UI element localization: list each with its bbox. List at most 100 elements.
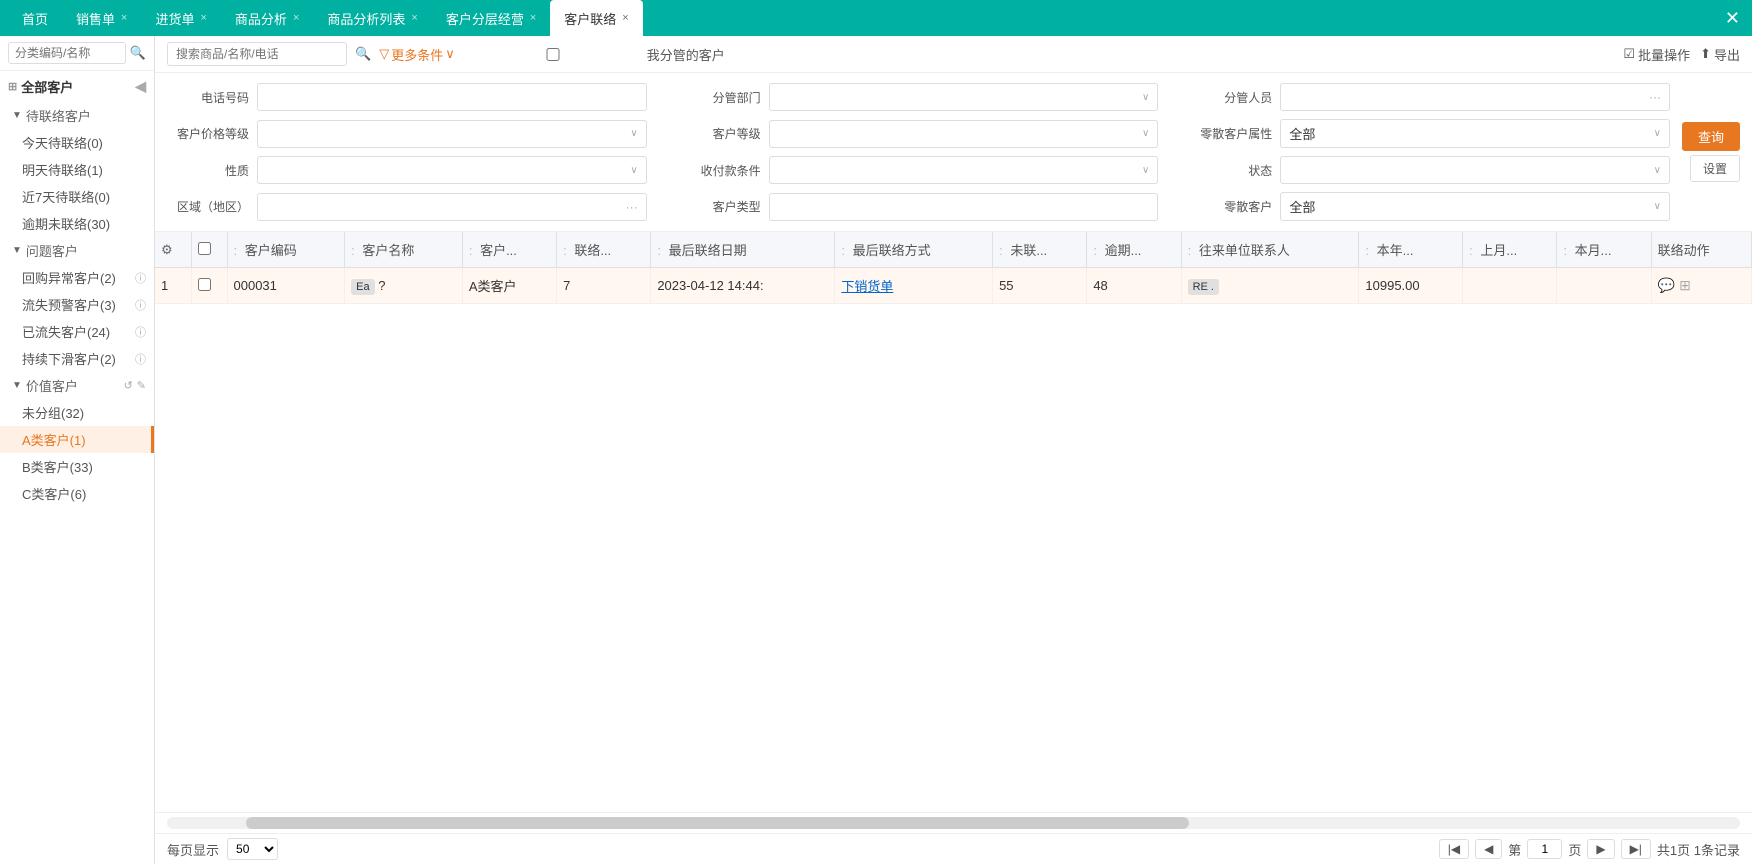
sidebar-item-declining[interactable]: 持续下滑客户(2) ⓘ xyxy=(0,345,154,372)
manager-input[interactable]: ··· xyxy=(1280,83,1670,111)
problem-group-header[interactable]: ▼ 问题客户 xyxy=(0,237,154,264)
value-group-header[interactable]: ▼ 价值客户 ↺ ✎ xyxy=(0,372,154,399)
col-header-contact-count: : 联络... xyxy=(557,232,651,268)
export-button[interactable]: ⬆ 导出 xyxy=(1700,45,1740,64)
first-page-button[interactable]: |◀ xyxy=(1439,839,1469,859)
top-nav: 首页 销售单 × 进货单 × 商品分析 × 商品分析列表 × 客户分层经营 × … xyxy=(0,0,1752,36)
close-icon[interactable]: × xyxy=(293,12,299,24)
nav-tab-contact[interactable]: 客户联络 × xyxy=(550,0,642,36)
nav-home[interactable]: 首页 xyxy=(8,0,62,36)
dept-field: 分管部门 ∨ xyxy=(679,83,1159,111)
more-filter-button[interactable]: ▽ 更多条件 ∨ xyxy=(379,45,455,64)
close-icon[interactable]: × xyxy=(200,12,206,24)
info-icon[interactable]: ⓘ xyxy=(135,324,146,340)
row-checkbox[interactable] xyxy=(198,278,211,291)
col-header-last-date: : 最后联络日期 xyxy=(651,232,835,268)
nature-label: 性质 xyxy=(167,162,257,179)
per-page-select[interactable]: 50 100 200 xyxy=(227,838,278,860)
phone-input[interactable] xyxy=(257,83,647,111)
status-input[interactable]: ∨ xyxy=(1280,156,1670,184)
next-page-button[interactable]: ▶ xyxy=(1587,839,1614,859)
close-icon[interactable]: × xyxy=(411,12,417,24)
nav-tab-label: 销售单 xyxy=(76,9,115,28)
my-customer-checkbox-label[interactable]: 我分管的客户 xyxy=(463,45,725,64)
query-button[interactable]: 查询 xyxy=(1682,122,1740,151)
search-input[interactable] xyxy=(167,42,347,66)
pagination: |◀ ◀ 第 页 ▶ ▶| 共1页 1条记录 xyxy=(1439,839,1740,859)
filter-panel: 电话号码 分管部门 ∨ 分管人员 xyxy=(155,73,1752,232)
sidebar-search-icon[interactable]: 🔍 xyxy=(130,45,146,61)
close-all-button[interactable]: ✕ xyxy=(1725,8,1740,29)
settings-icon[interactable]: ⚙ xyxy=(161,242,173,257)
contact-method-link[interactable]: 下销货单 xyxy=(841,279,893,294)
sidebar-item-repurchase-abnormal[interactable]: 回购异常客户(2) ⓘ xyxy=(0,264,154,291)
close-icon[interactable]: × xyxy=(530,12,536,24)
sidebar-item-a-class[interactable]: A类客户(1) xyxy=(0,426,154,453)
price-level-field: 客户价格等级 ∨ xyxy=(167,120,647,148)
retail-customer-input[interactable]: 全部 ∨ xyxy=(1280,192,1670,221)
nav-tab-purchase[interactable]: 进货单 × xyxy=(141,0,220,36)
select-all-checkbox[interactable] xyxy=(198,242,211,255)
sidebar-item-churned[interactable]: 已流失客户(24) ⓘ xyxy=(0,318,154,345)
sidebar-search-input[interactable] xyxy=(8,42,126,64)
sidebar-item-today-pending[interactable]: 今天待联络(0) xyxy=(0,129,154,156)
customer-type-input[interactable] xyxy=(769,193,1159,221)
chat-icon[interactable]: 💬 xyxy=(1658,277,1675,294)
sidebar-item-label: 未分组(32) xyxy=(22,403,84,422)
action-icons: 💬 ⊞ xyxy=(1658,277,1745,294)
close-icon[interactable]: × xyxy=(622,12,628,24)
batch-op-button[interactable]: ☑ 批量操作 xyxy=(1623,45,1690,64)
customer-level-input[interactable]: ∨ xyxy=(769,120,1159,148)
row-last-method[interactable]: 下销货单 xyxy=(835,268,993,304)
my-customer-checkbox[interactable] xyxy=(463,48,643,61)
nav-tab-sales[interactable]: 销售单 × xyxy=(62,0,141,36)
region-input[interactable]: ··· xyxy=(257,193,647,221)
sidebar-item-tomorrow-pending[interactable]: 明天待联络(1) xyxy=(0,156,154,183)
phone-field: 电话号码 xyxy=(167,83,647,111)
sidebar: 🔍 ⊞ 全部客户 ◀ ▼ 待联络客户 今天待联络(0) 明天待联络(1) 近7天… xyxy=(0,36,155,864)
export-label: 导出 xyxy=(1714,45,1740,64)
sidebar-item-c-class[interactable]: C类客户(6) xyxy=(0,480,154,507)
scrollbar-container xyxy=(155,813,1752,833)
col-header-this-year: : 本年... xyxy=(1359,232,1463,268)
retail-attr-input[interactable]: 全部 ∨ xyxy=(1280,119,1670,148)
nav-tab-segment[interactable]: 客户分层经营 × xyxy=(432,0,550,36)
customer-type-field: 客户类型 xyxy=(679,193,1159,221)
col-header-last-method: : 最后联络方式 xyxy=(835,232,993,268)
row-last-date: 2023-04-12 14:44: xyxy=(651,268,835,304)
nav-tab-analysis[interactable]: 商品分析 × xyxy=(221,0,313,36)
close-icon[interactable]: × xyxy=(121,12,127,24)
edit-icon[interactable]: ✎ xyxy=(137,379,146,392)
info-icon[interactable]: ⓘ xyxy=(135,270,146,286)
qr-icon[interactable]: ⊞ xyxy=(1679,277,1691,294)
chevron-down-icon: ∨ xyxy=(1142,128,1149,139)
scrollbar-thumb[interactable] xyxy=(246,817,1190,829)
dept-input[interactable]: ∨ xyxy=(769,83,1159,111)
sidebar-item-label: 持续下滑客户(2) xyxy=(22,349,116,368)
page-number-input[interactable] xyxy=(1527,839,1562,859)
sidebar-item-7day-pending[interactable]: 近7天待联络(0) xyxy=(0,183,154,210)
price-level-input[interactable]: ∨ xyxy=(257,120,647,148)
search-button[interactable]: 🔍 xyxy=(355,46,371,62)
customer-type-label: 客户类型 xyxy=(679,198,769,215)
sidebar-item-overdue-pending[interactable]: 逾期未联络(30) xyxy=(0,210,154,237)
prev-page-button[interactable]: ◀ xyxy=(1475,839,1502,859)
last-page-button[interactable]: ▶| xyxy=(1621,839,1651,859)
sidebar-item-churn-warning[interactable]: 流失预警客户(3) ⓘ xyxy=(0,291,154,318)
nature-input[interactable]: ∨ xyxy=(257,156,647,184)
all-customers-header[interactable]: ⊞ 全部客户 ◀ xyxy=(0,71,154,102)
search-bar: 🔍 ▽ 更多条件 ∨ 我分管的客户 ☑ 批量操作 ⬆ 导出 xyxy=(155,36,1752,73)
sidebar-item-unclassified[interactable]: 未分组(32) xyxy=(0,399,154,426)
payment-input[interactable]: ∨ xyxy=(769,156,1159,184)
page-label: 第 xyxy=(1508,840,1521,859)
refresh-icon[interactable]: ↺ xyxy=(124,379,133,392)
pending-group-header[interactable]: ▼ 待联络客户 xyxy=(0,102,154,129)
info-icon[interactable]: ⓘ xyxy=(135,297,146,313)
sidebar-item-b-class[interactable]: B类客户(33) xyxy=(0,453,154,480)
horizontal-scrollbar[interactable] xyxy=(167,817,1740,829)
nav-tab-analysis-list[interactable]: 商品分析列表 × xyxy=(313,0,431,36)
setting-button[interactable]: 设置 xyxy=(1690,155,1740,182)
info-icon[interactable]: ⓘ xyxy=(135,351,146,367)
row-last-month xyxy=(1463,268,1557,304)
collapse-icon[interactable]: ◀ xyxy=(135,78,146,95)
